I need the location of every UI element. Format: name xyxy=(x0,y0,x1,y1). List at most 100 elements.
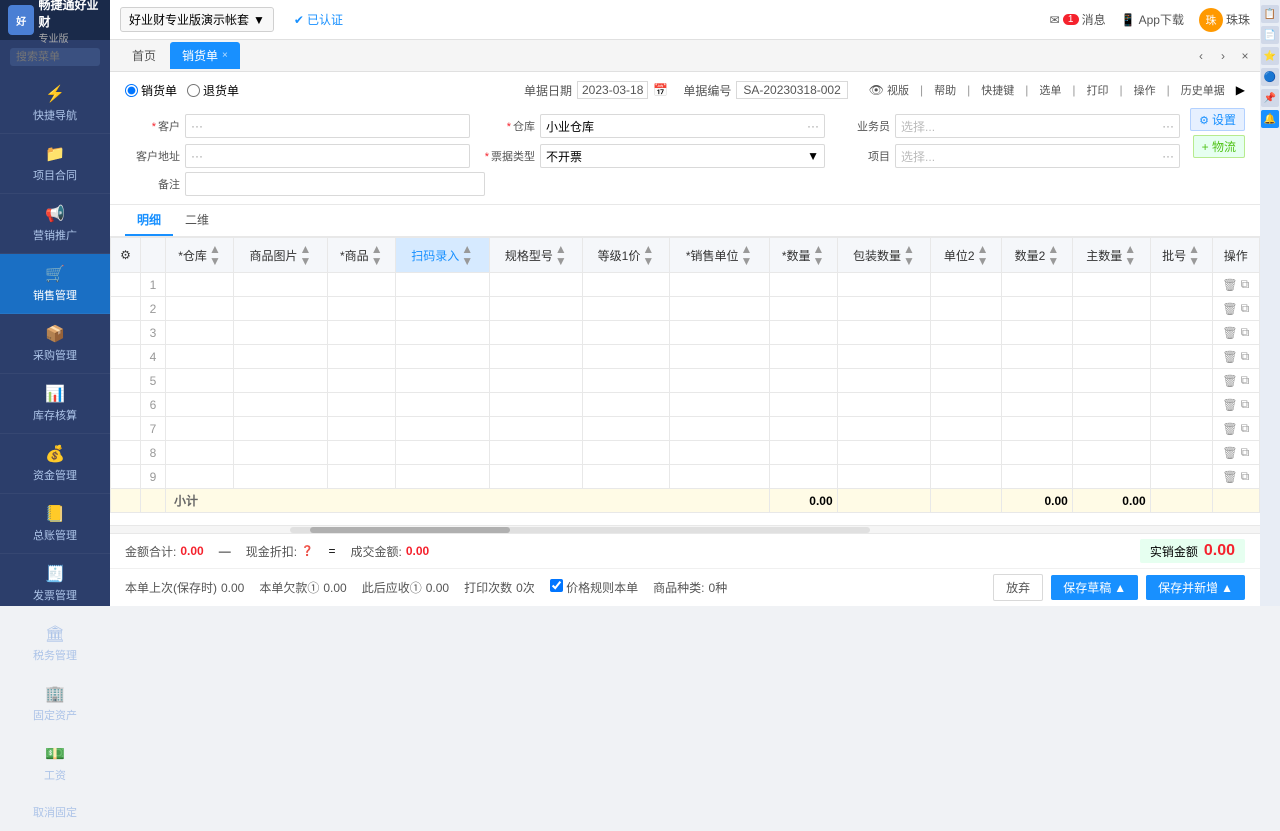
row-warehouse[interactable] xyxy=(166,345,234,369)
setup-button[interactable]: ⚙ 设置 xyxy=(1190,108,1245,131)
row-pack[interactable] xyxy=(837,465,931,489)
sidebar-item-tax[interactable]: 🏛 税务管理 xyxy=(0,614,110,674)
row-pack[interactable] xyxy=(837,441,931,465)
row-unit[interactable] xyxy=(669,369,769,393)
row-image[interactable] xyxy=(234,369,328,393)
row-price1[interactable] xyxy=(583,273,670,297)
row-main-qty[interactable] xyxy=(1072,393,1150,417)
row-delete-icon[interactable]: 🗑 xyxy=(1222,326,1237,340)
row-copy-icon[interactable]: ⧉ xyxy=(1241,277,1250,292)
row-pack[interactable] xyxy=(837,297,931,321)
add-logistics-button[interactable]: + 物流 xyxy=(1193,135,1245,158)
row-warehouse[interactable] xyxy=(166,393,234,417)
row-goods[interactable] xyxy=(327,297,395,321)
row-unit[interactable] xyxy=(669,441,769,465)
row-copy-icon[interactable]: ⧉ xyxy=(1241,325,1250,340)
sidebar-item-purchase[interactable]: 📦 采购管理 xyxy=(0,314,110,374)
row-qty[interactable] xyxy=(769,321,837,345)
row-delete-icon[interactable]: 🗑 xyxy=(1222,278,1237,292)
row-unit2[interactable] xyxy=(931,417,1002,441)
row-qty[interactable] xyxy=(769,417,837,441)
row-main-qty[interactable] xyxy=(1072,345,1150,369)
row-batch[interactable] xyxy=(1150,273,1212,297)
row-batch[interactable] xyxy=(1150,369,1212,393)
address-input[interactable]: ··· xyxy=(185,144,470,168)
row-main-qty[interactable] xyxy=(1072,417,1150,441)
row-qty2[interactable] xyxy=(1002,369,1073,393)
tab-next-button[interactable]: › xyxy=(1213,46,1233,66)
remark-input[interactable] xyxy=(185,172,485,196)
row-delete-icon[interactable]: 🗑 xyxy=(1222,350,1237,364)
sidebar-item-finance[interactable]: 💰 资金管理 xyxy=(0,434,110,494)
save-draft-button[interactable]: 保存草稿 ▲ xyxy=(1051,575,1138,600)
row-spec[interactable] xyxy=(489,369,583,393)
discount-help-icon[interactable]: ❓ xyxy=(301,546,313,557)
row-qty[interactable] xyxy=(769,369,837,393)
order-no-value[interactable]: SA-20230318-002 xyxy=(736,81,847,99)
row-spec[interactable] xyxy=(489,393,583,417)
row-warehouse[interactable] xyxy=(166,441,234,465)
message-button[interactable]: ✉ 1 消息 xyxy=(1050,11,1106,28)
row-goods[interactable] xyxy=(327,345,395,369)
panel-icon-4[interactable]: 🔵 xyxy=(1261,68,1279,86)
sidebar-item-salary[interactable]: 💵 工资 xyxy=(0,734,110,794)
row-unit2[interactable] xyxy=(931,465,1002,489)
row-pack[interactable] xyxy=(837,273,931,297)
row-delete-icon[interactable]: 🗑 xyxy=(1222,422,1237,436)
th-spec[interactable]: 规格型号▲▼ xyxy=(489,238,583,273)
row-price1[interactable] xyxy=(583,321,670,345)
scroll-thumb[interactable] xyxy=(310,527,510,533)
row-warehouse[interactable] xyxy=(166,297,234,321)
row-main-qty[interactable] xyxy=(1072,369,1150,393)
save-new-button[interactable]: 保存并新增 ▲ xyxy=(1146,575,1245,600)
row-unit2[interactable] xyxy=(931,441,1002,465)
row-goods[interactable] xyxy=(327,441,395,465)
sidebar-item-ledger[interactable]: 📒 总账管理 xyxy=(0,494,110,554)
row-copy-icon[interactable]: ⧉ xyxy=(1241,445,1250,460)
row-image[interactable] xyxy=(234,417,328,441)
row-unit[interactable] xyxy=(669,321,769,345)
row-unit[interactable] xyxy=(669,273,769,297)
th-qty[interactable]: *数量▲▼ xyxy=(769,238,837,273)
row-unit[interactable] xyxy=(669,465,769,489)
discard-button[interactable]: 放弃 xyxy=(993,574,1043,601)
row-batch[interactable] xyxy=(1150,297,1212,321)
toolbar-shortcut-btn[interactable]: 快捷键 xyxy=(975,80,1020,100)
row-barcode[interactable] xyxy=(395,273,489,297)
row-batch[interactable] xyxy=(1150,417,1212,441)
row-qty[interactable] xyxy=(769,393,837,417)
warehouse-input[interactable]: 小业仓库 ··· xyxy=(540,114,825,138)
row-barcode[interactable] xyxy=(395,297,489,321)
row-copy-icon[interactable]: ⧉ xyxy=(1241,421,1250,436)
tab-home[interactable]: 首页 xyxy=(120,42,168,69)
sidebar-item-marketing[interactable]: 📢 营销推广 xyxy=(0,194,110,254)
sidebar-item-inventory[interactable]: 📊 库存核算 xyxy=(0,374,110,434)
row-delete-icon[interactable]: 🗑 xyxy=(1222,446,1237,460)
row-pack[interactable] xyxy=(837,393,931,417)
toolbar-select-btn[interactable]: 选单 xyxy=(1033,80,1067,100)
row-unit2[interactable] xyxy=(931,393,1002,417)
row-goods[interactable] xyxy=(327,417,395,441)
th-goods[interactable]: *商品▲▼ xyxy=(327,238,395,273)
sidebar-item-assets[interactable]: 🏢 固定资产 xyxy=(0,674,110,734)
row-image[interactable] xyxy=(234,441,328,465)
customer-input[interactable]: ··· xyxy=(185,114,470,138)
app-download-button[interactable]: 📱 App下载 xyxy=(1121,11,1184,28)
date-value[interactable]: 2023-03-18 xyxy=(577,81,648,99)
row-image[interactable] xyxy=(234,321,328,345)
row-batch[interactable] xyxy=(1150,321,1212,345)
calendar-icon[interactable]: 📅 xyxy=(653,83,668,97)
row-spec[interactable] xyxy=(489,345,583,369)
row-image[interactable] xyxy=(234,465,328,489)
toolbar-view-btn[interactable]: 👁 视版 xyxy=(863,80,915,100)
panel-icon-5[interactable]: 📌 xyxy=(1261,89,1279,107)
th-price1[interactable]: 等级1价▲▼ xyxy=(583,238,670,273)
company-selector[interactable]: 好业财专业版演示帐套 ▼ xyxy=(120,7,274,32)
sidebar-item-cancel-pin[interactable]: 取消固定 xyxy=(0,794,110,831)
sidebar-item-sales[interactable]: 🛒 销售管理 xyxy=(0,254,110,314)
row-copy-icon[interactable]: ⧉ xyxy=(1241,301,1250,316)
panel-icon-6[interactable]: 🔔 xyxy=(1261,110,1279,128)
th-unit2[interactable]: 单位2▲▼ xyxy=(931,238,1002,273)
row-unit2[interactable] xyxy=(931,345,1002,369)
history-expand-icon[interactable]: ▶ xyxy=(1236,83,1245,97)
